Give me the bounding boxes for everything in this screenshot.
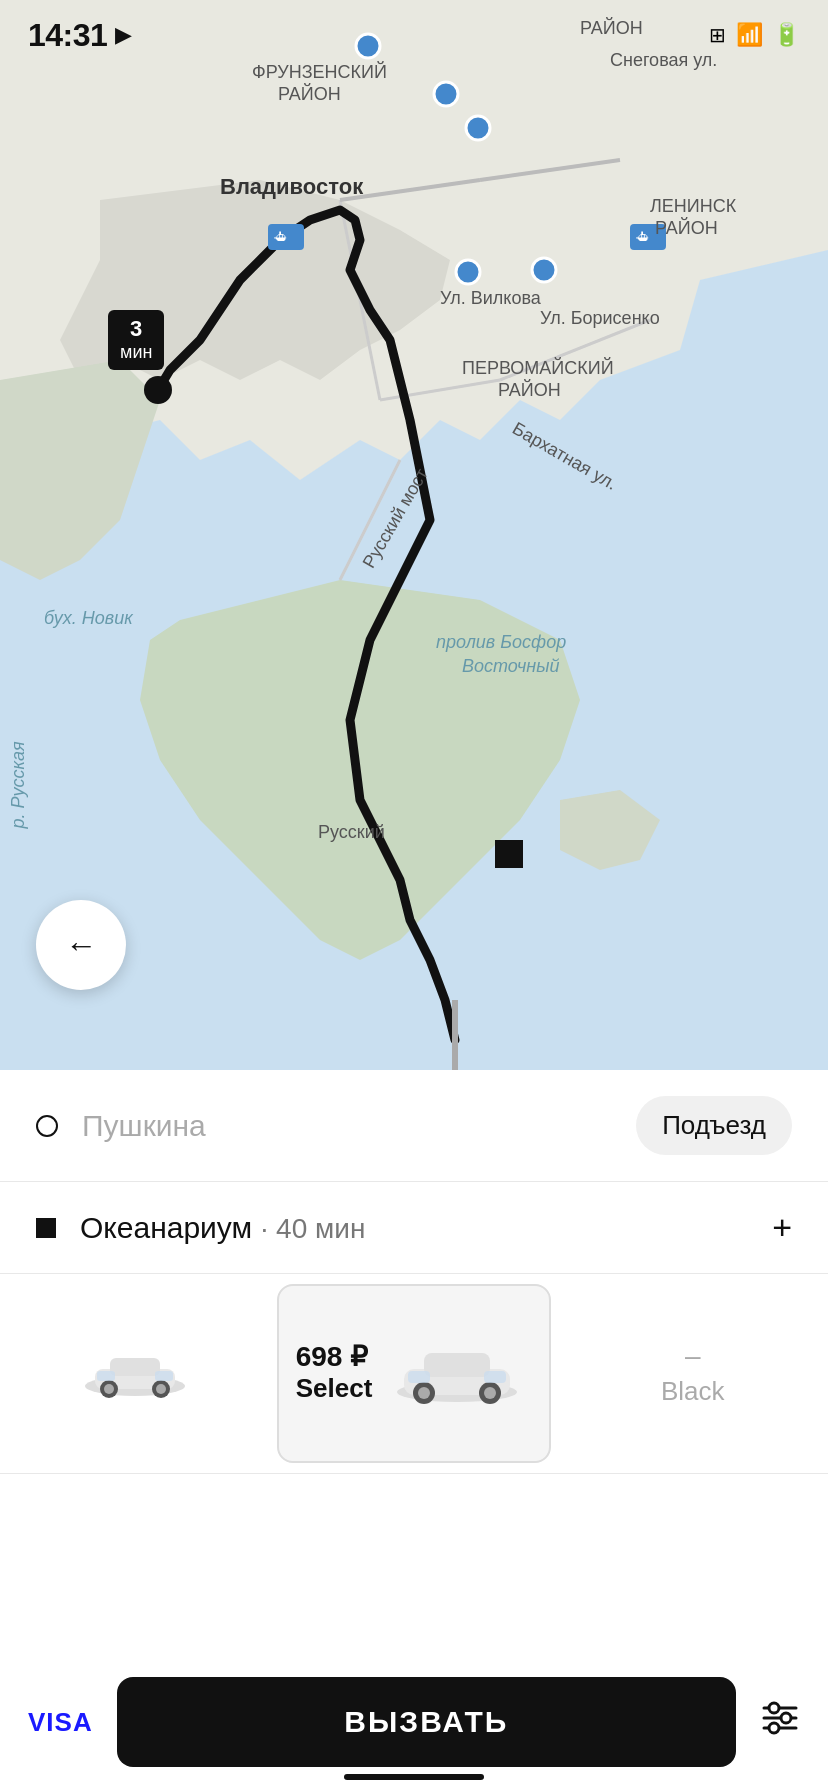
- map-area: ⛴ ⛴ РАЙОН ФРУНЗЕНСКИЙ РАЙОН Владивосток …: [0, 0, 828, 1070]
- svg-point-13: [532, 258, 556, 282]
- svg-rect-29: [424, 1353, 490, 1377]
- svg-rect-26: [155, 1371, 173, 1381]
- status-bar: 14:31 ▶ ⊞ 📶 🔋: [0, 0, 828, 60]
- svg-point-6: [144, 376, 172, 404]
- car-select-image: [382, 1337, 532, 1407]
- cta-bar: VISA ВЫЗВАТЬ: [0, 1652, 828, 1792]
- svg-rect-25: [97, 1371, 115, 1381]
- destination-duration: · 40 мин: [261, 1213, 366, 1244]
- svg-point-40: [781, 1713, 791, 1723]
- home-indicator: [344, 1774, 484, 1780]
- wifi-icon: 📶: [736, 22, 763, 48]
- car-option-select[interactable]: 698 ₽ Select: [277, 1284, 552, 1463]
- battery-icon: 🔋: [773, 22, 800, 48]
- car-economy-image: [75, 1344, 195, 1404]
- svg-point-41: [769, 1723, 779, 1733]
- status-icons: ⊞ 📶 🔋: [709, 22, 800, 48]
- svg-point-33: [484, 1387, 496, 1399]
- destination-row: Океанариум · 40 мин +: [0, 1182, 828, 1274]
- grid-icon: ⊞: [709, 23, 726, 47]
- svg-point-39: [769, 1703, 779, 1713]
- entrance-button[interactable]: Подъезд: [636, 1096, 792, 1155]
- call-button[interactable]: ВЫЗВАТЬ: [117, 1677, 736, 1767]
- location-icon: ▶: [115, 22, 132, 48]
- svg-rect-35: [484, 1371, 506, 1383]
- svg-point-12: [456, 260, 480, 284]
- select-name: Select: [296, 1373, 373, 1404]
- payment-method[interactable]: VISA: [28, 1707, 93, 1738]
- destination-text: Океанариум · 40 мин: [80, 1211, 748, 1245]
- car-option-black[interactable]: – Black: [557, 1274, 828, 1473]
- status-time: 14:31: [28, 17, 107, 54]
- back-button[interactable]: ←: [36, 900, 126, 990]
- svg-rect-34: [408, 1371, 430, 1383]
- svg-point-31: [418, 1387, 430, 1399]
- back-arrow-icon: ←: [65, 927, 97, 964]
- time-value: 3: [120, 316, 152, 342]
- car-selection: 698 ₽ Select – Black: [0, 1274, 828, 1474]
- svg-point-10: [434, 82, 458, 106]
- svg-point-22: [104, 1384, 114, 1394]
- bottom-panel: Пушкина Подъезд Океанариум · 40 мин +: [0, 1070, 828, 1792]
- svg-text:⛴: ⛴: [636, 229, 650, 245]
- svg-rect-20: [110, 1358, 160, 1376]
- settings-icon[interactable]: [760, 1698, 800, 1746]
- svg-rect-7: [495, 840, 523, 868]
- svg-point-24: [156, 1384, 166, 1394]
- black-name: Black: [661, 1376, 725, 1407]
- svg-text:⛴: ⛴: [274, 229, 288, 245]
- origin-row: Пушкина Подъезд: [0, 1070, 828, 1182]
- black-dash: –: [685, 1340, 701, 1372]
- destination-icon: [36, 1218, 56, 1238]
- car-option-economy[interactable]: [0, 1274, 271, 1473]
- svg-point-11: [466, 116, 490, 140]
- time-badge: 3 мин: [108, 310, 164, 370]
- destination-name: Океанариум: [80, 1211, 252, 1244]
- add-stop-button[interactable]: +: [772, 1208, 792, 1247]
- origin-icon: [36, 1115, 58, 1137]
- origin-text[interactable]: Пушкина: [82, 1109, 612, 1143]
- time-unit: мин: [120, 342, 152, 364]
- select-price: 698 ₽: [296, 1340, 373, 1373]
